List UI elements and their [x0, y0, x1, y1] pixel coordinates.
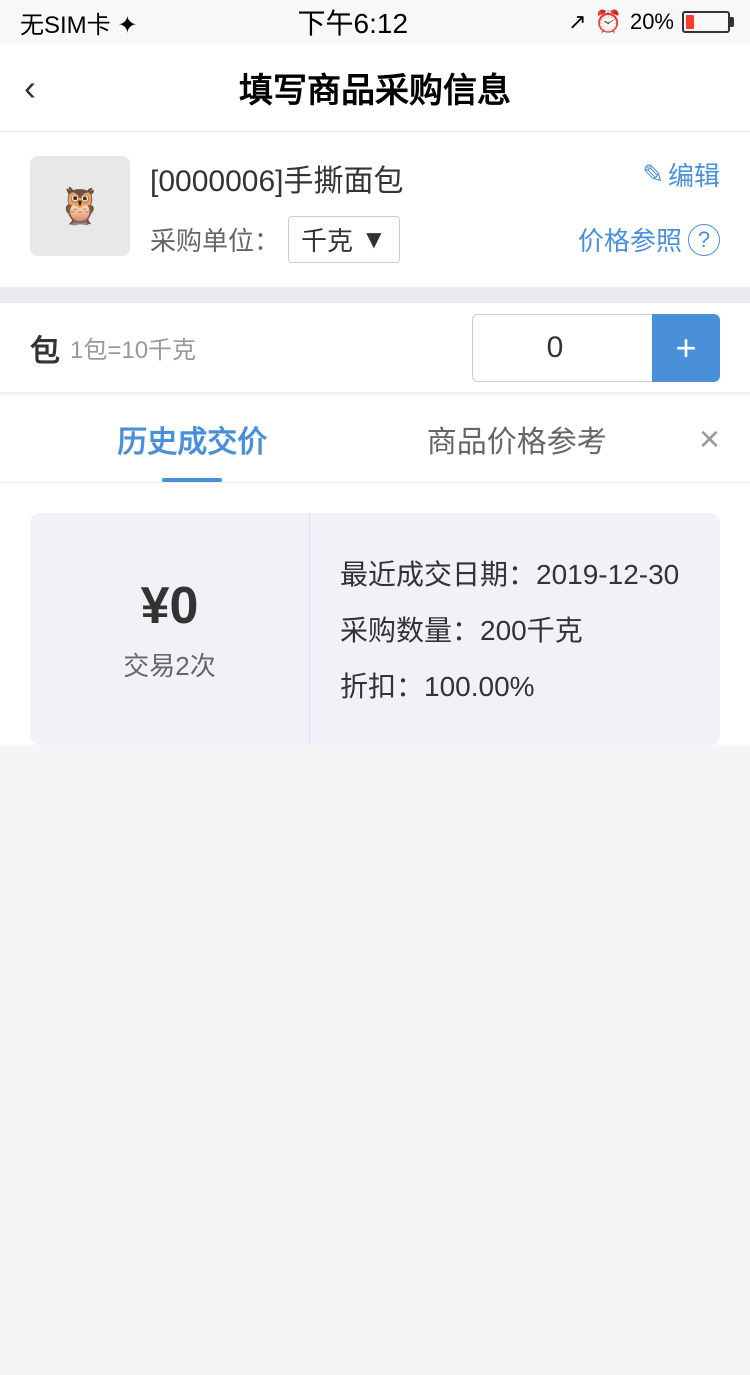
separator: [0, 287, 750, 303]
history-trades-count: 交易2次: [123, 646, 215, 683]
nav-bar: ‹ 填写商品采购信息: [0, 44, 750, 132]
main-content: [0, 775, 750, 1375]
unit-label: 采购单位：: [150, 221, 280, 258]
product-unit-row: 采购单位： 千克 ▼ 价格参照 ?: [150, 216, 720, 263]
help-icon: ?: [688, 224, 720, 256]
purchase-qty-label: 采购数量：: [340, 615, 480, 646]
quantity-plus-button[interactable]: +: [652, 314, 720, 382]
price-reference-button[interactable]: 价格参照 ?: [578, 221, 720, 258]
product-thumbnail: 🦉: [30, 156, 130, 256]
edit-button[interactable]: ✎ 编辑: [642, 156, 720, 193]
product-name: [0000006]手撕面包: [150, 156, 403, 200]
tab-product-price-ref[interactable]: 商品价格参考: [354, 397, 678, 481]
discount-row: 折扣：100.00%: [340, 665, 690, 705]
status-time: 下午6:12: [298, 2, 409, 42]
recent-date-value: 2019-12-30: [536, 559, 679, 590]
purchase-qty-value: 200千克: [480, 615, 583, 646]
recent-date-label: 最近成交日期：: [340, 559, 536, 590]
dropdown-arrow-icon: ▼: [361, 224, 387, 255]
location-icon: ↗: [568, 9, 586, 35]
page-title: 填写商品采购信息: [239, 63, 511, 112]
carrier-text: 无SIM卡 ✦: [20, 5, 137, 40]
product-header: [0000006]手撕面包 ✎ 编辑: [150, 156, 720, 200]
discount-value: 100.00%: [424, 671, 535, 702]
history-card: ¥0 交易2次 最近成交日期：2019-12-30 采购数量：200千克 折扣：…: [30, 513, 720, 745]
battery-icon: [682, 11, 730, 33]
status-left: 无SIM卡 ✦: [20, 5, 137, 40]
quantity-input[interactable]: [472, 314, 652, 382]
recent-date-row: 最近成交日期：2019-12-30: [340, 553, 690, 593]
status-bar: 无SIM卡 ✦ 下午6:12 ↗ ⏰ 20%: [0, 0, 750, 44]
unit-select-dropdown[interactable]: 千克 ▼: [288, 216, 400, 263]
status-right: ↗ ⏰ 20%: [568, 9, 730, 35]
edit-icon: ✎: [642, 159, 664, 190]
tab-history-price[interactable]: 历史成交价: [30, 397, 354, 481]
purchase-qty-row: 采购数量：200千克: [340, 609, 690, 649]
history-details-section: 最近成交日期：2019-12-30 采购数量：200千克 折扣：100.00%: [310, 513, 720, 745]
quantity-input-group: +: [472, 314, 720, 382]
tabs-header: 历史成交价 商品价格参考 ×: [0, 395, 750, 483]
unit-conversion: 1包=10千克: [70, 330, 196, 365]
tabs-panel: 历史成交价 商品价格参考 × ¥0 交易2次 最近成交日期：2019-12-30…: [0, 395, 750, 745]
tabs-close-button[interactable]: ×: [679, 398, 720, 480]
history-price-section: ¥0 交易2次: [30, 513, 310, 745]
product-info: [0000006]手撕面包 ✎ 编辑 采购单位： 千克 ▼ 价格参照 ?: [150, 156, 720, 263]
product-thumb-icon: 🦉: [58, 185, 103, 227]
unit-badge: 包: [30, 326, 60, 370]
unit-info: 包 1包=10千克: [30, 326, 472, 370]
back-button[interactable]: ‹: [24, 67, 36, 109]
alarm-icon: ⏰: [595, 9, 622, 35]
quantity-row: 包 1包=10千克 +: [0, 303, 750, 393]
history-price-value: ¥0: [141, 576, 199, 636]
battery-text: 20%: [630, 9, 674, 35]
discount-label: 折扣：: [340, 671, 424, 702]
product-card: 🦉 [0000006]手撕面包 ✎ 编辑 采购单位： 千克 ▼ 价格参照 ?: [0, 132, 750, 287]
